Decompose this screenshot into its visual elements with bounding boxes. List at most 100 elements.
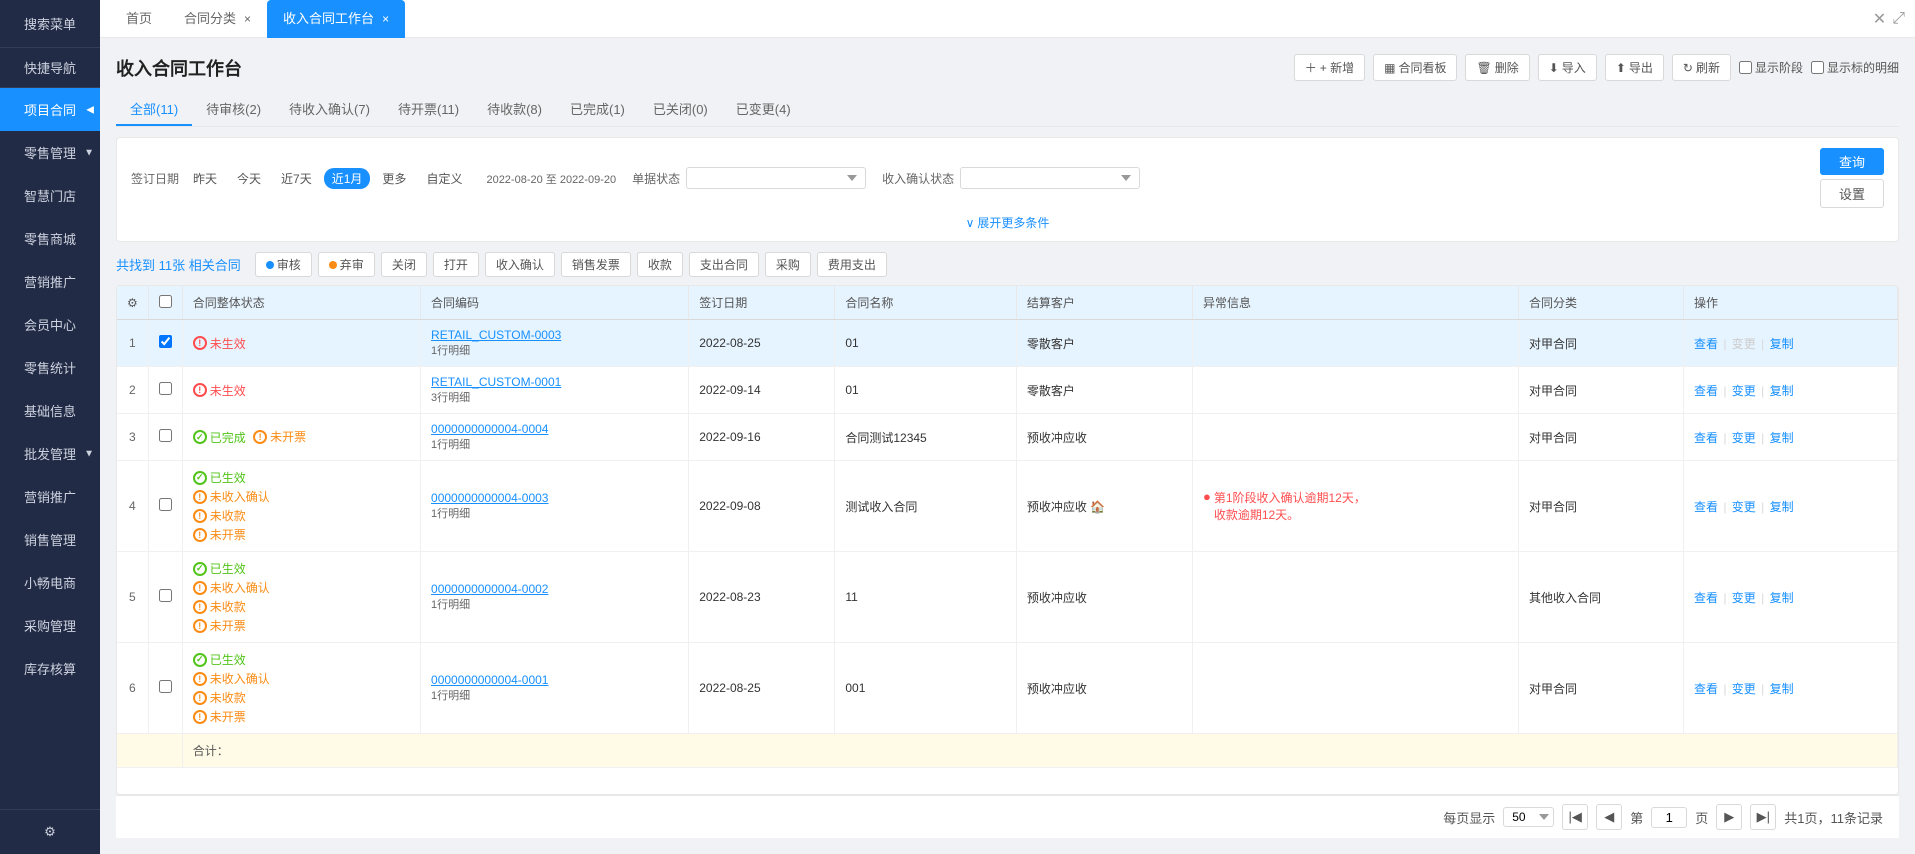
first-page-btn[interactable]: |◀ <box>1562 804 1588 830</box>
op-change[interactable]: 变更 <box>1732 500 1756 514</box>
row-checkbox[interactable] <box>159 680 172 693</box>
refresh-button[interactable]: ↻ 刷新 <box>1672 54 1731 81</box>
op-copy[interactable]: 复制 <box>1770 500 1794 514</box>
new-button[interactable]: ＋ + 新增 <box>1294 54 1365 81</box>
date-opt-yesterday[interactable]: 昨天 <box>185 168 225 189</box>
sidebar-quick-nav[interactable]: 快捷导航 <box>0 48 100 88</box>
op-change[interactable]: 变更 <box>1732 337 1756 351</box>
show-stage-input[interactable] <box>1739 61 1752 74</box>
expense-btn[interactable]: 费用支出 <box>817 252 887 277</box>
op-copy[interactable]: 复制 <box>1770 591 1794 605</box>
sidebar-item-marketing[interactable]: 营销推广 <box>0 260 100 303</box>
delete-button[interactable]: 🗑 删除 <box>1465 54 1529 81</box>
row-checkbox[interactable] <box>159 589 172 602</box>
tab-close-all[interactable]: ✕ <box>1873 9 1886 29</box>
op-change[interactable]: 变更 <box>1732 591 1756 605</box>
filter-tab-pending-income-confirm[interactable]: 待收入确认(7) <box>275 93 384 126</box>
td-checkbox[interactable] <box>148 367 182 414</box>
contract-code-link[interactable]: 0000000000004-0004 <box>431 422 548 436</box>
filter-tab-pending-receipt[interactable]: 待收款(8) <box>473 93 556 126</box>
th-settings[interactable]: ⚙ <box>117 286 148 320</box>
td-checkbox[interactable] <box>148 461 182 552</box>
show-stage-checkbox[interactable]: 显示阶段 <box>1739 59 1803 76</box>
purchase-btn[interactable]: 采购 <box>765 252 811 277</box>
op-view[interactable]: 查看 <box>1694 591 1718 605</box>
next-page-btn[interactable]: ▶ <box>1716 804 1742 830</box>
sidebar-item-purchase-mgmt[interactable]: 采购管理 <box>0 604 100 647</box>
sidebar-item-project[interactable]: 项目合同 <box>0 88 100 131</box>
tab-contract-category[interactable]: 合同分类 × <box>168 0 267 38</box>
abandon-review-btn[interactable]: 弃审 <box>318 252 375 277</box>
filter-tab-pending-review[interactable]: 待审核(2) <box>192 93 275 126</box>
query-button[interactable]: 查询 <box>1820 148 1884 175</box>
sidebar-search[interactable]: 搜索菜单 <box>0 0 100 48</box>
sidebar-item-member[interactable]: 会员中心 <box>0 303 100 346</box>
op-copy[interactable]: 复制 <box>1770 682 1794 696</box>
sidebar-item-wholesale-mgmt[interactable]: 批发管理 <box>0 432 100 475</box>
last-page-btn[interactable]: ▶| <box>1750 804 1776 830</box>
page-input[interactable] <box>1651 807 1687 828</box>
tab-income-contract[interactable]: 收入合同工作台 × <box>267 0 405 38</box>
tab-home[interactable]: 首页 <box>110 0 168 38</box>
show-mark-checkbox[interactable]: 显示标的明细 <box>1811 59 1899 76</box>
income-confirm-btn[interactable]: 收入确认 <box>485 252 555 277</box>
filter-tab-pending-invoice[interactable]: 待开票(11) <box>384 93 473 126</box>
per-page-select[interactable]: 50 100 <box>1503 807 1554 827</box>
sidebar-item-sales-mgmt[interactable]: 销售管理 <box>0 518 100 561</box>
tab-contract-category-close[interactable]: × <box>244 0 251 38</box>
receipt-btn[interactable]: 收款 <box>637 252 683 277</box>
contract-code-link[interactable]: RETAIL_CUSTOM-0001 <box>431 375 561 389</box>
tab-income-contract-close[interactable]: × <box>382 0 389 38</box>
op-change[interactable]: 变更 <box>1732 431 1756 445</box>
td-checkbox[interactable] <box>148 643 182 734</box>
contract-code-link[interactable]: 0000000000004-0003 <box>431 491 548 505</box>
th-checkbox[interactable] <box>148 286 182 320</box>
filter-tab-closed[interactable]: 已关闭(0) <box>639 93 722 126</box>
date-opt-1month[interactable]: 近1月 <box>324 168 371 189</box>
op-copy[interactable]: 复制 <box>1770 431 1794 445</box>
sidebar-item-inventory[interactable]: 库存核算 <box>0 647 100 690</box>
bill-status-select[interactable] <box>686 167 866 189</box>
sidebar-settings[interactable]: ⚙ <box>0 809 100 854</box>
sidebar-item-retail-stats[interactable]: 零售统计 <box>0 346 100 389</box>
review-btn[interactable]: 审核 <box>255 252 312 277</box>
op-view[interactable]: 查看 <box>1694 431 1718 445</box>
sidebar-item-xiaochangec[interactable]: 小畅电商 <box>0 561 100 604</box>
sales-invoice-btn[interactable]: 销售发票 <box>561 252 631 277</box>
td-checkbox[interactable] <box>148 320 182 367</box>
row-checkbox[interactable] <box>159 335 172 348</box>
op-view[interactable]: 查看 <box>1694 682 1718 696</box>
filter-tab-changed[interactable]: 已变更(4) <box>722 93 805 126</box>
td-checkbox[interactable] <box>148 414 182 461</box>
date-opt-more[interactable]: 更多 <box>374 168 414 189</box>
filter-tab-all[interactable]: 全部(11) <box>116 93 192 126</box>
date-opt-custom[interactable]: 自定义 <box>418 168 470 189</box>
contract-code-link[interactable]: 0000000000004-0002 <box>431 582 548 596</box>
op-view[interactable]: 查看 <box>1694 500 1718 514</box>
date-opt-today[interactable]: 今天 <box>229 168 269 189</box>
filter-tab-completed[interactable]: 已完成(1) <box>556 93 639 126</box>
op-change[interactable]: 变更 <box>1732 682 1756 696</box>
tab-maximize[interactable]: ⤢ <box>1892 10 1905 28</box>
select-all-checkbox[interactable] <box>159 295 172 308</box>
open-btn[interactable]: 打开 <box>433 252 479 277</box>
op-view[interactable]: 查看 <box>1694 337 1718 351</box>
row-checkbox[interactable] <box>159 498 172 511</box>
op-copy[interactable]: 复制 <box>1770 337 1794 351</box>
op-view[interactable]: 查看 <box>1694 384 1718 398</box>
sidebar-item-marketing2[interactable]: 营销推广 <box>0 475 100 518</box>
prev-page-btn[interactable]: ◀ <box>1596 804 1622 830</box>
sidebar-item-smart-store[interactable]: 智慧门店 <box>0 174 100 217</box>
td-checkbox[interactable] <box>148 552 182 643</box>
sidebar-item-basic-info[interactable]: 基础信息 <box>0 389 100 432</box>
contract-board-button[interactable]: ▦ 合同看板 <box>1373 54 1457 81</box>
date-opt-7days[interactable]: 近7天 <box>273 168 320 189</box>
op-copy[interactable]: 复制 <box>1770 384 1794 398</box>
contract-code-link[interactable]: RETAIL_CUSTOM-0003 <box>431 328 561 342</box>
export-button[interactable]: ⬆ 导出 <box>1605 54 1664 81</box>
expand-more-btn[interactable]: ∨ 展开更多条件 <box>131 214 1884 231</box>
close-btn[interactable]: 关闭 <box>381 252 427 277</box>
expense-contract-btn[interactable]: 支出合同 <box>689 252 759 277</box>
set-button[interactable]: 设置 <box>1820 179 1884 208</box>
sidebar-item-retail-mgmt[interactable]: 零售管理 <box>0 131 100 174</box>
